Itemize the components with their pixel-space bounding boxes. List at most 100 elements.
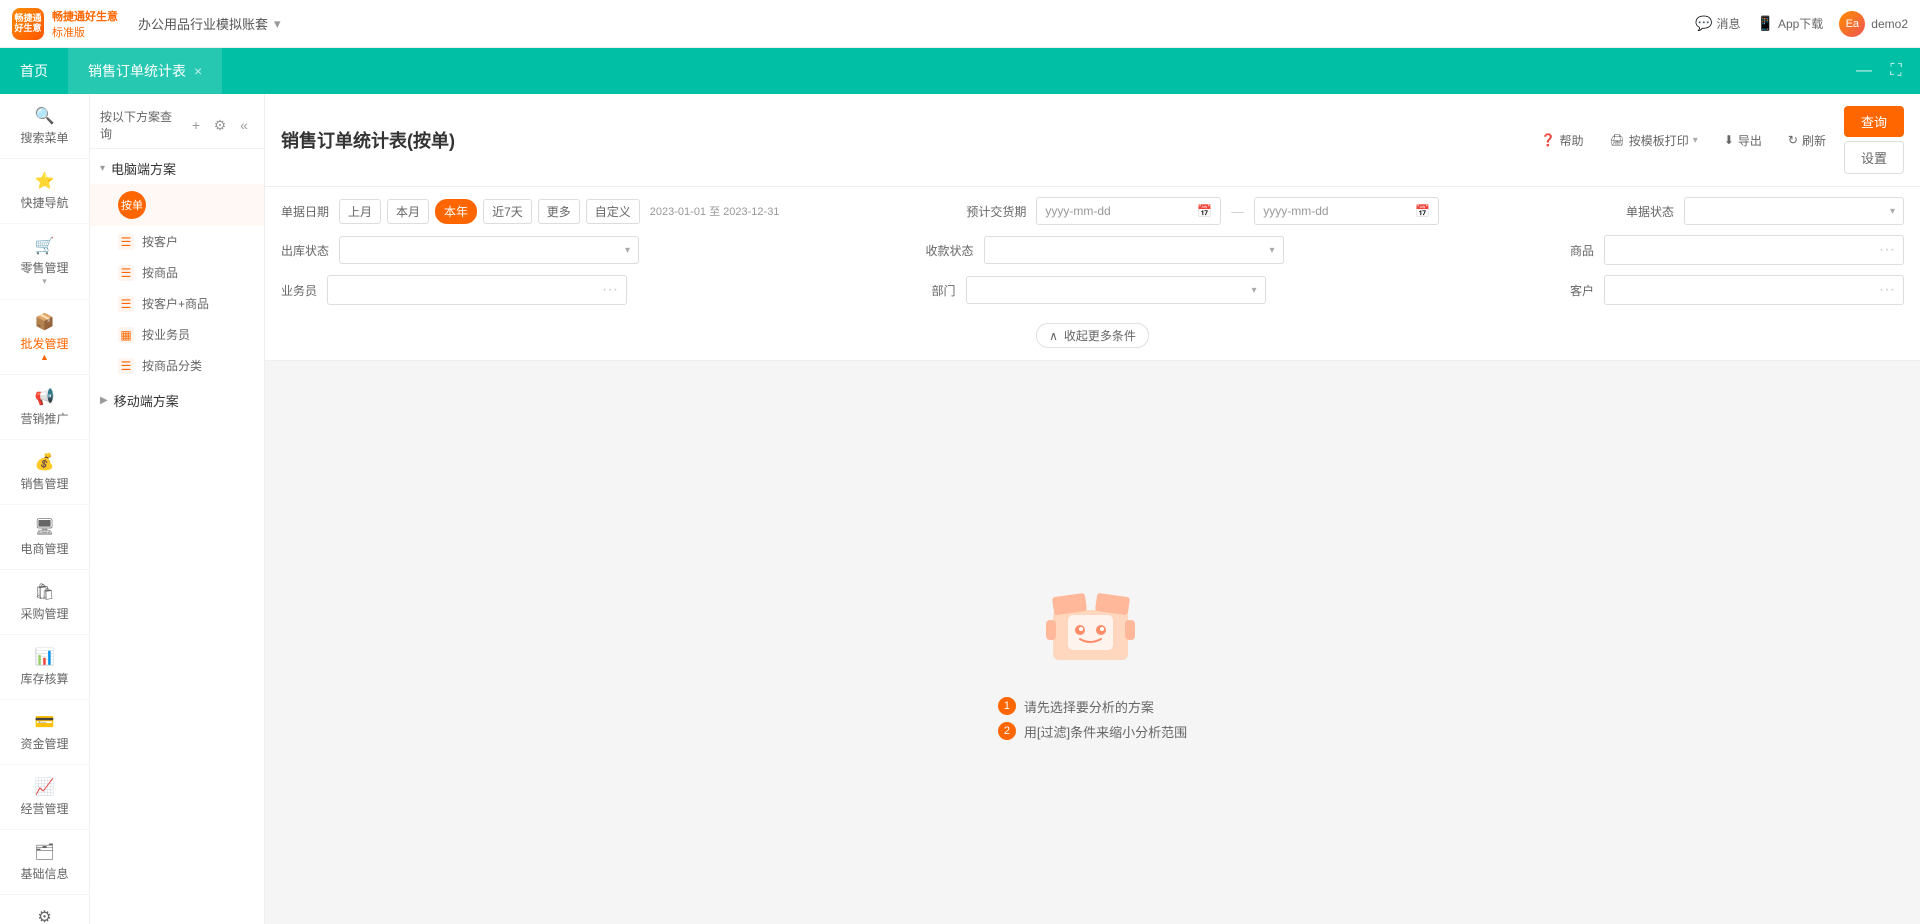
export-icon: ⬇ (1724, 133, 1734, 147)
status-select[interactable]: ▾ (1684, 197, 1904, 225)
date-range-display: 2023-01-01 至 2023-12-31 (650, 203, 780, 219)
industry-selector[interactable]: 办公用品行业模拟账套 ▾ (138, 14, 1675, 33)
empty-hint-2: 2 用[过滤]条件来缩小分析范围 (998, 722, 1187, 741)
sidebar-item-purchase[interactable]: 🛍 采购管理 (0, 570, 89, 635)
message-btn[interactable]: 💬 消息 (1695, 15, 1740, 32)
collapse-btn[interactable]: ∧ 收起更多条件 (1036, 323, 1149, 348)
query-button[interactable]: 查询 (1844, 106, 1904, 137)
refresh-icon: ↻ (1788, 133, 1798, 147)
scheme-item-by-salesperson[interactable]: ▦ 按业务员 (90, 319, 264, 350)
sidebar-item-search[interactable]: 🔍 搜索菜单 (0, 94, 89, 159)
date-btn-last-month[interactable]: 上月 (339, 199, 381, 224)
sales-ellipsis-icon[interactable]: ··· (602, 281, 618, 299)
scheme-collapse-btn[interactable]: « (234, 115, 254, 135)
phone-icon: 📱 (1757, 15, 1774, 32)
export-btn[interactable]: ⬇ 导出 (1716, 128, 1770, 153)
date-btn-this-month[interactable]: 本月 (387, 199, 429, 224)
brand-icon: 畅捷通好生意 (12, 8, 44, 40)
print-dropdown-icon[interactable]: ▾ (1693, 135, 1698, 146)
app-download-btn[interactable]: 📱 App下载 (1757, 15, 1824, 32)
top-bar: 畅捷通好生意 畅捷通好生意 标准版 办公用品行业模拟账套 ▾ 💬 消息 📱 Ap… (0, 0, 1920, 48)
hint-num-2: 2 (998, 722, 1016, 740)
by-goods-icon: ☰ (118, 265, 134, 281)
scheme-item-by-category[interactable]: ☰ 按商品分类 (90, 350, 264, 381)
sidebar-item-retail[interactable]: 🛒 零售管理 ▾ (0, 224, 89, 300)
scheme-category-desktop[interactable]: ▾ 电脑端方案 (90, 153, 264, 184)
finance-icon: 💳 (35, 712, 55, 732)
brand-area: 畅捷通好生意 畅捷通好生意 标准版 (12, 8, 118, 40)
avatar: Ea (1839, 11, 1865, 37)
management-icon: 📈 (35, 777, 55, 797)
scheme-add-btn[interactable]: + (186, 115, 206, 135)
brand-label: 畅捷通好生意 标准版 (52, 8, 118, 40)
help-icon: ❓ (1541, 133, 1556, 147)
dropdown-icon[interactable]: ▾ (274, 16, 281, 32)
tab-bar: 首页 销售订单统计表 × — ⛶ (0, 48, 1920, 94)
date-btn-this-year[interactable]: 本年 (435, 199, 477, 224)
pay-status-select[interactable]: ▾ (984, 236, 1284, 264)
mobile-arrow-icon: ▶ (100, 395, 108, 406)
scheme-item-by-customer[interactable]: ☰ 按客户 (90, 226, 264, 257)
date-buttons: 上月 本月 本年 近7天 更多 自定义 (339, 199, 640, 224)
empty-hint-1: 1 请先选择要分析的方案 (998, 697, 1187, 716)
goods-ellipsis-icon[interactable]: ··· (1879, 241, 1895, 259)
print-btn[interactable]: 🖨 按模板打印 ▾ (1602, 128, 1706, 153)
date-btn-7days[interactable]: 近7天 (483, 199, 532, 224)
date-btn-more[interactable]: 更多 (538, 199, 580, 224)
scheme-item-by-customer-goods[interactable]: ☰ 按客户+商品 (90, 288, 264, 319)
marketing-icon: 📢 (35, 387, 55, 407)
user-profile[interactable]: Ea demo2 (1839, 11, 1908, 37)
sidebar-item-marketing[interactable]: 📢 营销推广 (0, 375, 89, 440)
basic-icon: 🗂 (34, 842, 54, 862)
customer-ellipsis-icon[interactable]: ··· (1879, 281, 1895, 299)
by-customer-icon: ☰ (118, 234, 134, 250)
ecommerce-icon: 🖥 (34, 517, 54, 537)
sidebar-item-finance[interactable]: 💳 资金管理 (0, 700, 89, 765)
settings-button[interactable]: 设置 (1844, 141, 1904, 174)
tab-close-btn[interactable]: × (194, 63, 202, 79)
filter-date-row: 单据日期 上月 本月 本年 近7天 更多 自定义 2023-01-01 至 20… (281, 197, 1904, 225)
main-layout: 🔍 搜索菜单 ⭐ 快捷导航 🛒 零售管理 ▾ 📦 批发管理 ▲ 📢 营销推广 💰… (0, 94, 1920, 924)
tab-maximize-btn[interactable]: ⛶ (1884, 59, 1908, 83)
scheme-item-by-order[interactable]: 按单 (90, 184, 264, 226)
help-btn[interactable]: ❓ 帮助 (1533, 128, 1592, 153)
expected-date-end[interactable]: yyyy-mm-dd 📅 (1254, 197, 1439, 225)
date-btn-custom[interactable]: 自定义 (586, 199, 640, 224)
dept-select[interactable]: ▾ (966, 276, 1266, 304)
sidebar-item-inventory[interactable]: 📊 库存核算 (0, 635, 89, 700)
calendar-icon: 📅 (1197, 204, 1212, 218)
sidebar-item-sales[interactable]: 💰 销售管理 (0, 440, 89, 505)
goods-input[interactable]: ··· (1604, 235, 1904, 265)
scheme-category-mobile[interactable]: ▶ 移动端方案 (90, 385, 264, 416)
sidebar-item-ecommerce[interactable]: 🖥 电商管理 (0, 505, 89, 570)
status-arrow-icon: ▾ (1890, 206, 1895, 217)
salesperson-input[interactable]: ··· (327, 275, 627, 305)
expected-date-start[interactable]: yyyy-mm-dd 📅 (1036, 197, 1221, 225)
retail-arrow-icon: ▾ (42, 276, 47, 287)
filter-status-row: 出库状态 ▾ 收款状态 ▾ 商品 ··· (281, 235, 1904, 265)
sidebar-item-management[interactable]: 📈 经营管理 (0, 765, 89, 830)
pay-arrow-icon: ▾ (1269, 245, 1274, 256)
calendar-icon-end: 📅 (1415, 204, 1430, 218)
tab-sales-stats[interactable]: 销售订单统计表 × (68, 48, 222, 94)
tab-minimize-btn[interactable]: — (1852, 59, 1876, 83)
sidebar-item-basic[interactable]: 🗂 基础信息 (0, 830, 89, 895)
scheme-item-by-goods[interactable]: ☰ 按商品 (90, 257, 264, 288)
purchase-icon: 🛍 (34, 582, 54, 602)
top-right-actions: 💬 消息 📱 App下载 Ea demo2 (1695, 11, 1908, 37)
customer-input[interactable]: ··· (1604, 275, 1904, 305)
sidebar-item-quicknav[interactable]: ⭐ 快捷导航 (0, 159, 89, 224)
sidebar-item-system[interactable]: ⚙ 系统管理 (0, 895, 89, 924)
category-arrow-icon: ▾ (100, 163, 105, 174)
refresh-btn[interactable]: ↻ 刷新 (1780, 128, 1834, 153)
wholesale-arrow-icon: ▲ (40, 352, 49, 362)
ship-arrow-icon: ▾ (625, 245, 630, 256)
main-panel: 销售订单统计表(按单) ❓ 帮助 🖨 按模板打印 ▾ ⬇ 导出 (265, 94, 1920, 924)
sidebar-item-wholesale[interactable]: 📦 批发管理 ▲ (0, 300, 89, 375)
retail-icon: 🛒 (35, 236, 55, 256)
print-icon: 🖨 (1610, 133, 1625, 147)
hint-num-1: 1 (998, 697, 1016, 715)
scheme-settings-btn[interactable]: ⚙ (210, 115, 230, 135)
tab-home[interactable]: 首页 (0, 48, 68, 94)
ship-status-select[interactable]: ▾ (339, 236, 639, 264)
